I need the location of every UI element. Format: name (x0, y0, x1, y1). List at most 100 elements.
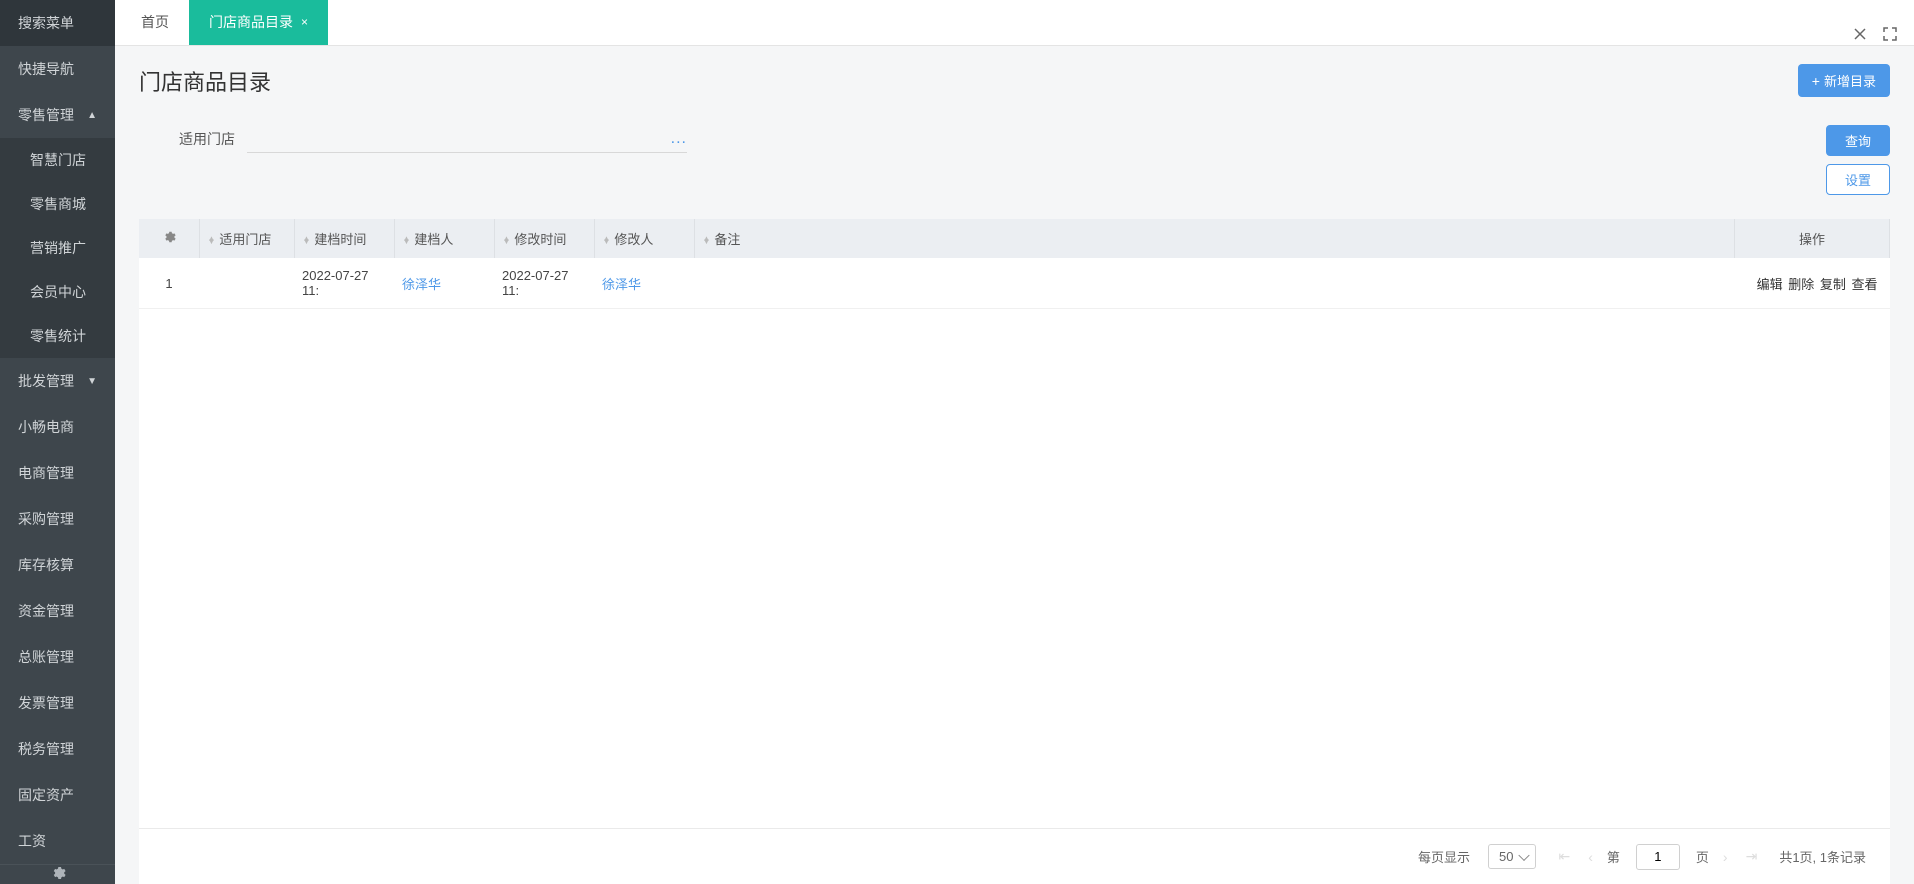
page-title: 门店商品目录 (139, 65, 271, 97)
add-button-label: 新增目录 (1824, 71, 1876, 90)
page-first-icon[interactable]: ⇤ (1554, 846, 1574, 867)
sidebar-subitem-member-center[interactable]: 会员中心 (0, 270, 115, 314)
table-col-modifier[interactable]: 修改人 (594, 219, 694, 258)
page-last-icon[interactable]: ⇥ (1742, 846, 1762, 867)
sidebar-item-wholesale-mgmt[interactable]: 批发管理 ▼ (0, 358, 115, 404)
page-nav: ⇤ ‹ 第 页 › ⇥ (1554, 844, 1761, 870)
tab-1[interactable]: 门店商品目录 × (189, 0, 328, 45)
cell-modifier[interactable]: 徐泽华 (594, 258, 694, 309)
query-button[interactable]: 查询 (1826, 125, 1890, 156)
sidebar-item-label: 搜索菜单 (18, 13, 74, 33)
table-col-create-time[interactable]: 建档时间 (294, 219, 394, 258)
cell-remark (694, 258, 1735, 309)
cell-num: 1 (139, 258, 199, 309)
page-next-icon[interactable]: › (1719, 847, 1732, 867)
cell-create-time: 2022-07-27 11: (294, 258, 394, 309)
sidebar-subitem-marketing[interactable]: 营销推广 (0, 226, 115, 270)
fullscreen-icon[interactable] (1882, 26, 1898, 45)
sidebar-item-label: 采购管理 (18, 509, 74, 529)
sort-icon (303, 237, 311, 244)
sidebar-item-salary[interactable]: 工资 (0, 818, 115, 864)
sidebar-item-search-menu[interactable]: 搜索菜单 (0, 0, 115, 46)
table-col-gear[interactable] (139, 219, 199, 258)
sidebar-item-purchase-mgmt[interactable]: 采购管理 (0, 496, 115, 542)
cell-operations: 编辑 删除 复制 查看 (1735, 258, 1890, 309)
add-catalog-button[interactable]: + 新增目录 (1798, 64, 1890, 97)
tab-label: 门店商品目录 (209, 12, 293, 32)
tab-label: 首页 (141, 12, 169, 32)
sidebar-item-label: 批发管理 (18, 371, 74, 391)
settings-gear-icon[interactable] (50, 865, 66, 884)
table-row: 1 2022-07-27 11: 徐泽华 2022-07-27 11: 徐泽华 … (139, 258, 1890, 309)
page-prev-icon[interactable]: ‹ (1584, 847, 1597, 867)
cell-store (199, 258, 294, 309)
sidebar-item-label: 零售统计 (30, 328, 86, 344)
sidebar-item-label: 营销推广 (30, 240, 86, 256)
table-col-operations: 操作 (1735, 219, 1890, 258)
pagination: 每页显示 50 ⇤ ‹ 第 页 › ⇥ 共1页, 1条记录 (139, 828, 1890, 884)
settings-button[interactable]: 设置 (1826, 164, 1890, 195)
main-content: 首页门店商品目录× 门店商品目录 + 新增目录 适 (115, 0, 1914, 884)
sidebar-item-label: 会员中心 (30, 284, 86, 300)
filter-more-icon[interactable]: ... (671, 130, 687, 148)
chevron-up-icon: ▲ (87, 110, 97, 121)
table-header-row: 适用门店 建档时间 建档人 修改时间 修改人 备注 操作 (139, 219, 1890, 258)
chevron-down-icon: ▼ (87, 376, 97, 387)
page-header: 门店商品目录 + 新增目录 (115, 46, 1914, 115)
sidebar-item-quick-nav[interactable]: 快捷导航 (0, 46, 115, 92)
sidebar-item-ecom-mgmt[interactable]: 电商管理 (0, 450, 115, 496)
sidebar-item-label: 库存核算 (18, 555, 74, 575)
sort-icon (403, 237, 411, 244)
table-col-modify-time[interactable]: 修改时间 (494, 219, 594, 258)
per-page-label: 每页显示 (1418, 847, 1470, 866)
op-copy[interactable]: 复制 (1820, 277, 1846, 292)
page-label-suffix: 页 (1696, 847, 1709, 866)
close-all-tabs-icon[interactable] (1852, 26, 1868, 45)
sidebar-item-label: 电商管理 (18, 463, 74, 483)
per-page-select[interactable]: 50 (1488, 844, 1536, 869)
sort-icon (208, 237, 216, 244)
tab-0[interactable]: 首页 (121, 0, 189, 45)
sidebar-item-label: 工资 (18, 831, 46, 851)
table-col-creator[interactable]: 建档人 (394, 219, 494, 258)
cell-modify-time: 2022-07-27 11: (494, 258, 594, 309)
tabs-bar: 首页 门店商品目录 × (115, 0, 1914, 46)
sidebar-item-label: 零售管理 (18, 105, 74, 125)
table-col-remark[interactable]: 备注 (694, 219, 1735, 258)
sidebar-item-label: 总账管理 (18, 647, 74, 667)
sort-icon (703, 237, 711, 244)
sidebar-item-inventory[interactable]: 库存核算 (0, 542, 115, 588)
sidebar-item-tax-mgmt[interactable]: 税务管理 (0, 726, 115, 772)
tab-close-icon[interactable]: × (301, 15, 308, 29)
filter-store-input-wrap: ... (247, 125, 687, 153)
sidebar-item-label: 发票管理 (18, 693, 74, 713)
sidebar-item-fund-mgmt[interactable]: 资金管理 (0, 588, 115, 634)
sidebar-item-ledger-mgmt[interactable]: 总账管理 (0, 634, 115, 680)
sidebar: 搜索菜单快捷导航零售管理 ▲ 智慧门店零售商城营销推广会员中心零售统计批发管理 ▼ 小畅… (0, 0, 115, 884)
sort-icon (503, 237, 511, 244)
page-content: 门店商品目录 + 新增目录 适用门店 ... 查询 设置 (115, 46, 1914, 884)
cell-creator[interactable]: 徐泽华 (394, 258, 494, 309)
pagination-summary: 共1页, 1条记录 (1779, 847, 1866, 866)
table-wrap: 适用门店 建档时间 建档人 修改时间 修改人 备注 操作 1 2022-07-2… (139, 219, 1890, 828)
sidebar-item-retail-mgmt[interactable]: 零售管理 ▲ (0, 92, 115, 138)
sidebar-subitem-retail-mall[interactable]: 零售商城 (0, 182, 115, 226)
op-delete[interactable]: 删除 (1788, 277, 1814, 292)
sidebar-item-label: 资金管理 (18, 601, 74, 621)
sidebar-item-label: 快捷导航 (18, 59, 74, 79)
page-number-input[interactable] (1636, 844, 1680, 870)
page-label-prefix: 第 (1607, 847, 1620, 866)
sidebar-item-label: 零售商城 (30, 196, 86, 212)
data-table: 适用门店 建档时间 建档人 修改时间 修改人 备注 操作 1 2022-07-2… (139, 219, 1890, 309)
sidebar-item-xiaochang-ecom[interactable]: 小畅电商 (0, 404, 115, 450)
sidebar-subitem-smart-store[interactable]: 智慧门店 (0, 138, 115, 182)
filter-store-input[interactable] (247, 131, 687, 146)
sidebar-footer (0, 864, 115, 884)
sidebar-subitem-retail-stats[interactable]: 零售统计 (0, 314, 115, 358)
filter-store-label: 适用门店 (179, 129, 235, 149)
sidebar-item-fixed-assets[interactable]: 固定资产 (0, 772, 115, 818)
op-view[interactable]: 查看 (1851, 277, 1877, 292)
table-col-store[interactable]: 适用门店 (199, 219, 294, 258)
op-edit[interactable]: 编辑 (1757, 277, 1783, 292)
sidebar-item-invoice-mgmt[interactable]: 发票管理 (0, 680, 115, 726)
